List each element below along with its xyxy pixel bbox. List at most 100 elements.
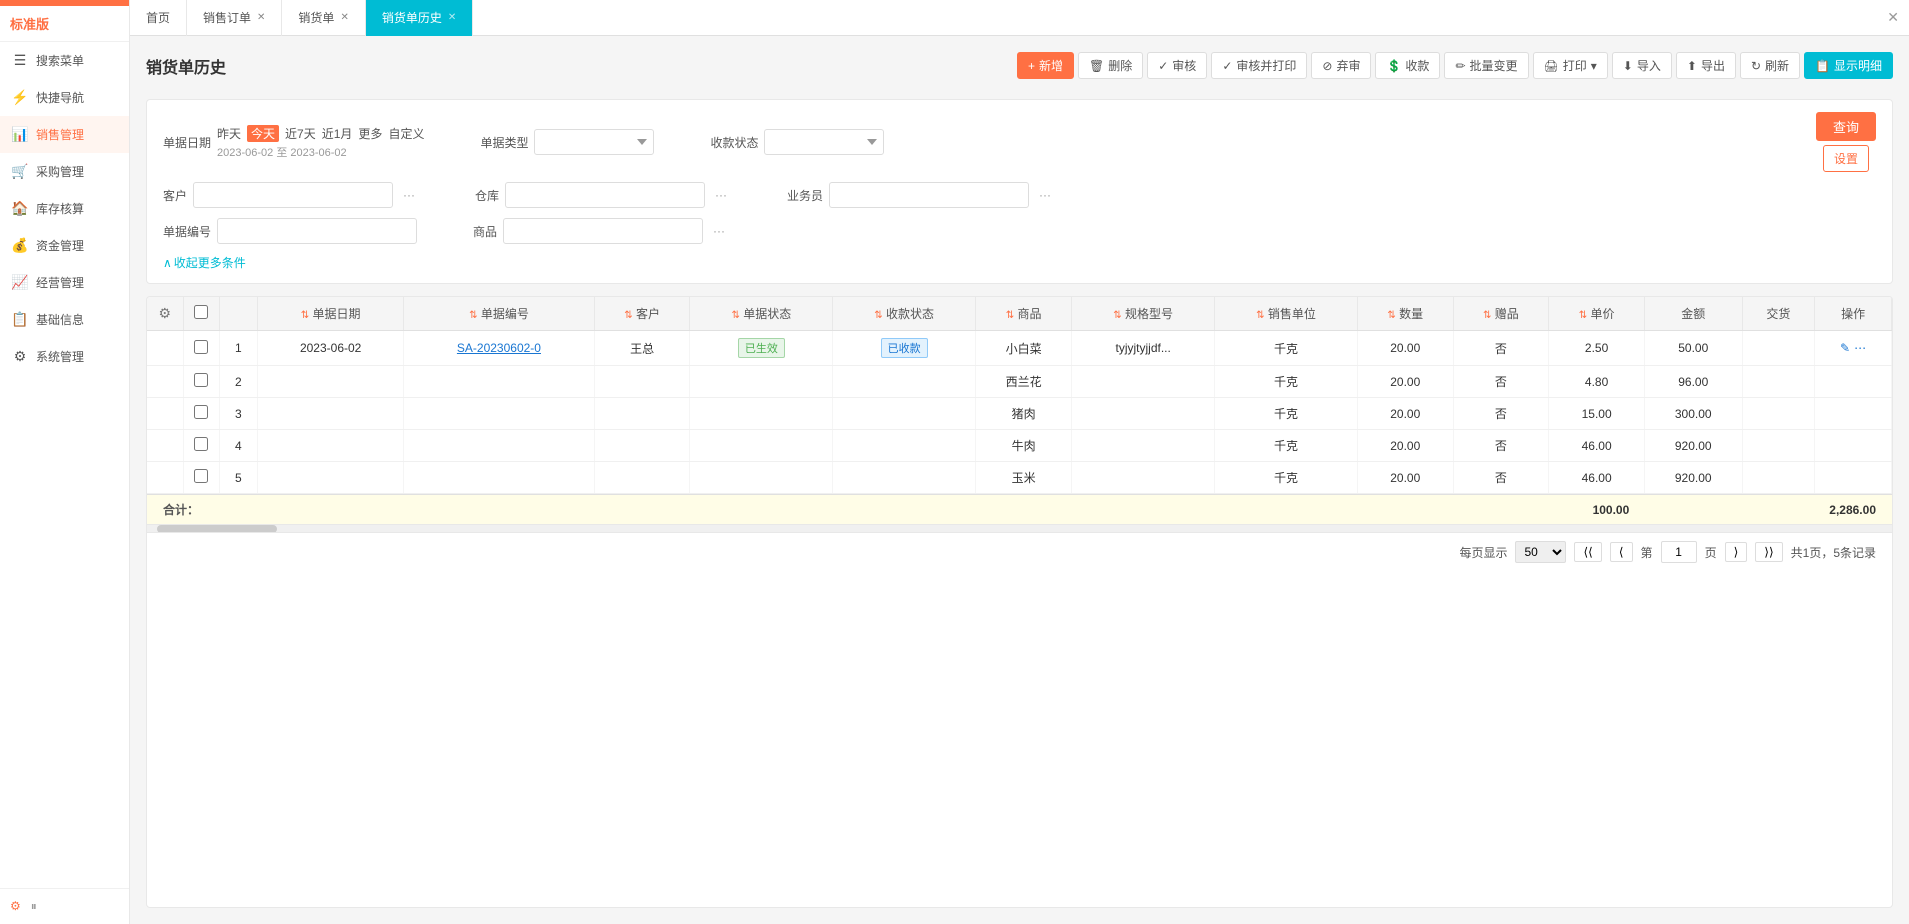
customer-input[interactable] <box>193 182 393 208</box>
cell-checkbox[interactable] <box>183 366 219 398</box>
import-button[interactable]: ⬇ 导入 <box>1612 52 1672 79</box>
th-unit-price[interactable]: ⇅ 单价 <box>1549 297 1645 331</box>
more-actions-icon[interactable]: ⋯ <box>1854 341 1866 355</box>
tab-sales-delivery-close[interactable]: ✕ <box>340 12 348 23</box>
date-link-last1month[interactable]: 近1月 <box>322 125 353 142</box>
row-checkbox[interactable] <box>194 373 208 387</box>
tab-sales-delivery[interactable]: 销货单 ✕ <box>282 0 365 36</box>
date-link-custom[interactable]: 自定义 <box>388 125 424 142</box>
next-page-button[interactable]: ⟩ <box>1725 542 1748 562</box>
sidebar-collapse-icon[interactable]: ⏸ <box>31 899 37 914</box>
tab-sales-order[interactable]: 销售订单 ✕ <box>187 0 282 36</box>
goods-ellipsis-icon[interactable]: ··· <box>709 224 729 238</box>
tab-sales-history[interactable]: 销货单历史 ✕ <box>366 0 473 36</box>
th-doc-date[interactable]: ⇅ 单据日期 <box>258 297 404 331</box>
row-checkbox[interactable] <box>194 469 208 483</box>
th-doc-no[interactable]: ⇅ 单据编号 <box>404 297 595 331</box>
doc-no-link[interactable]: SA-20230602-0 <box>457 341 541 355</box>
tab-bar-close-all[interactable]: ✕ <box>1887 9 1909 26</box>
cell-checkbox[interactable] <box>183 331 219 366</box>
cell-checkbox[interactable] <box>183 398 219 430</box>
show-details-icon: 📋 <box>1815 59 1830 73</box>
warehouse-ellipsis-icon[interactable]: ··· <box>711 188 731 202</box>
filter-goods: 商品 ··· <box>473 218 729 244</box>
prev-page-button[interactable]: ⟨ <box>1610 542 1633 562</box>
th-spec[interactable]: ⇅ 规格型号 <box>1072 297 1215 331</box>
cell-doc-no[interactable] <box>404 366 595 398</box>
cell-actions[interactable] <box>1815 366 1892 398</box>
page-input[interactable] <box>1661 541 1697 563</box>
th-doc-status[interactable]: ⇅ 单据状态 <box>690 297 833 331</box>
new-button[interactable]: + 新增 <box>1017 52 1074 79</box>
row-checkbox[interactable] <box>194 405 208 419</box>
th-checkbox[interactable] <box>183 297 219 331</box>
th-customer[interactable]: ⇅ 客户 <box>594 297 690 331</box>
cell-doc-no[interactable]: SA-20230602-0 <box>404 331 595 366</box>
show-details-button[interactable]: 📋 显示明细 <box>1804 52 1893 79</box>
row-checkbox[interactable] <box>194 437 208 451</box>
doc-type-select[interactable] <box>534 129 654 155</box>
date-link-more[interactable]: 更多 <box>358 125 382 142</box>
collect-button[interactable]: 💲 收款 <box>1375 52 1440 79</box>
date-link-yesterday[interactable]: 昨天 <box>217 125 241 142</box>
th-settings[interactable]: ⚙ <box>147 297 183 331</box>
data-table-container: ⚙ ⇅ 单据日期 ⇅ 单据编号 <box>146 296 1893 908</box>
sidebar-item-purchase-mgmt[interactable]: 🛒 采购管理 <box>0 153 129 190</box>
row-checkbox[interactable] <box>194 340 208 354</box>
cell-checkbox[interactable] <box>183 430 219 462</box>
th-quantity[interactable]: ⇅ 数量 <box>1357 297 1453 331</box>
th-sales-unit[interactable]: ⇅ 销售单位 <box>1215 297 1358 331</box>
query-button[interactable]: 查询 <box>1816 112 1876 141</box>
cell-doc-no[interactable] <box>404 398 595 430</box>
cell-doc-no[interactable] <box>404 430 595 462</box>
batch-change-button[interactable]: ✏ 批量变更 <box>1444 52 1528 79</box>
refresh-button[interactable]: ↻ 刷新 <box>1740 52 1800 79</box>
per-page-select[interactable]: 50 100 <box>1515 541 1566 563</box>
salesman-ellipsis-icon[interactable]: ··· <box>1035 188 1055 202</box>
sidebar-settings-icon[interactable]: ⚙ <box>10 899 21 914</box>
collapse-button[interactable]: ∧ 收起更多条件 <box>163 254 1876 271</box>
delete-button[interactable]: 🗑 删除 <box>1078 52 1143 79</box>
table-settings-icon[interactable]: ⚙ <box>158 305 171 321</box>
th-gift[interactable]: ⇅ 赠品 <box>1453 297 1549 331</box>
export-button[interactable]: ⬆ 导出 <box>1676 52 1736 79</box>
th-collect-status[interactable]: ⇅ 收款状态 <box>833 297 976 331</box>
sidebar-item-quick-nav[interactable]: ⚡ 快捷导航 <box>0 79 129 116</box>
cell-actions[interactable] <box>1815 398 1892 430</box>
cell-actions[interactable]: ✎⋯ <box>1815 331 1892 366</box>
cell-actions[interactable] <box>1815 462 1892 494</box>
first-page-button[interactable]: ⟨⟨ <box>1574 542 1601 562</box>
sidebar-item-system-mgmt[interactable]: ⚙ 系统管理 <box>0 338 129 375</box>
date-link-last7days[interactable]: 近7天 <box>285 125 316 142</box>
tab-home[interactable]: 首页 <box>130 0 187 36</box>
sidebar-item-inventory[interactable]: 🏠 库存核算 <box>0 190 129 227</box>
date-link-today[interactable]: 今天 <box>247 125 279 142</box>
select-all-checkbox[interactable] <box>194 305 208 319</box>
audit-print-button[interactable]: ✓ 审核并打印 <box>1211 52 1307 79</box>
cell-checkbox[interactable] <box>183 462 219 494</box>
doc-no-input[interactable] <box>217 218 417 244</box>
sidebar-item-label: 基础信息 <box>36 311 84 328</box>
warehouse-input[interactable] <box>505 182 705 208</box>
th-goods[interactable]: ⇅ 商品 <box>976 297 1072 331</box>
sidebar-item-sales-mgmt[interactable]: 📊 销售管理 <box>0 116 129 153</box>
cell-actions[interactable] <box>1815 430 1892 462</box>
sidebar-item-operations-mgmt[interactable]: 📈 经营管理 <box>0 264 129 301</box>
abandon-button[interactable]: ⊘ 弃审 <box>1311 52 1371 79</box>
customer-ellipsis-icon[interactable]: ··· <box>399 188 419 202</box>
table-scrollbar[interactable] <box>147 524 1892 532</box>
collect-status-select[interactable] <box>764 129 884 155</box>
tab-sales-order-close[interactable]: ✕ <box>257 12 265 23</box>
sidebar-item-finance-mgmt[interactable]: 💰 资金管理 <box>0 227 129 264</box>
sidebar-item-search-menu[interactable]: ☰ 搜索菜单 <box>0 42 129 79</box>
settings-button[interactable]: 设置 <box>1823 145 1869 172</box>
sidebar-item-basic-info[interactable]: 📋 基础信息 <box>0 301 129 338</box>
goods-input[interactable] <box>503 218 703 244</box>
salesman-input[interactable] <box>829 182 1029 208</box>
tab-sales-history-close[interactable]: ✕ <box>448 12 456 23</box>
cell-doc-no[interactable] <box>404 462 595 494</box>
last-page-button[interactable]: ⟩⟩ <box>1755 542 1782 562</box>
edit-icon[interactable]: ✎ <box>1840 341 1850 355</box>
audit-button[interactable]: ✓ 审核 <box>1147 52 1207 79</box>
print-button[interactable]: 🖨 打印 ▾ <box>1533 52 1608 79</box>
